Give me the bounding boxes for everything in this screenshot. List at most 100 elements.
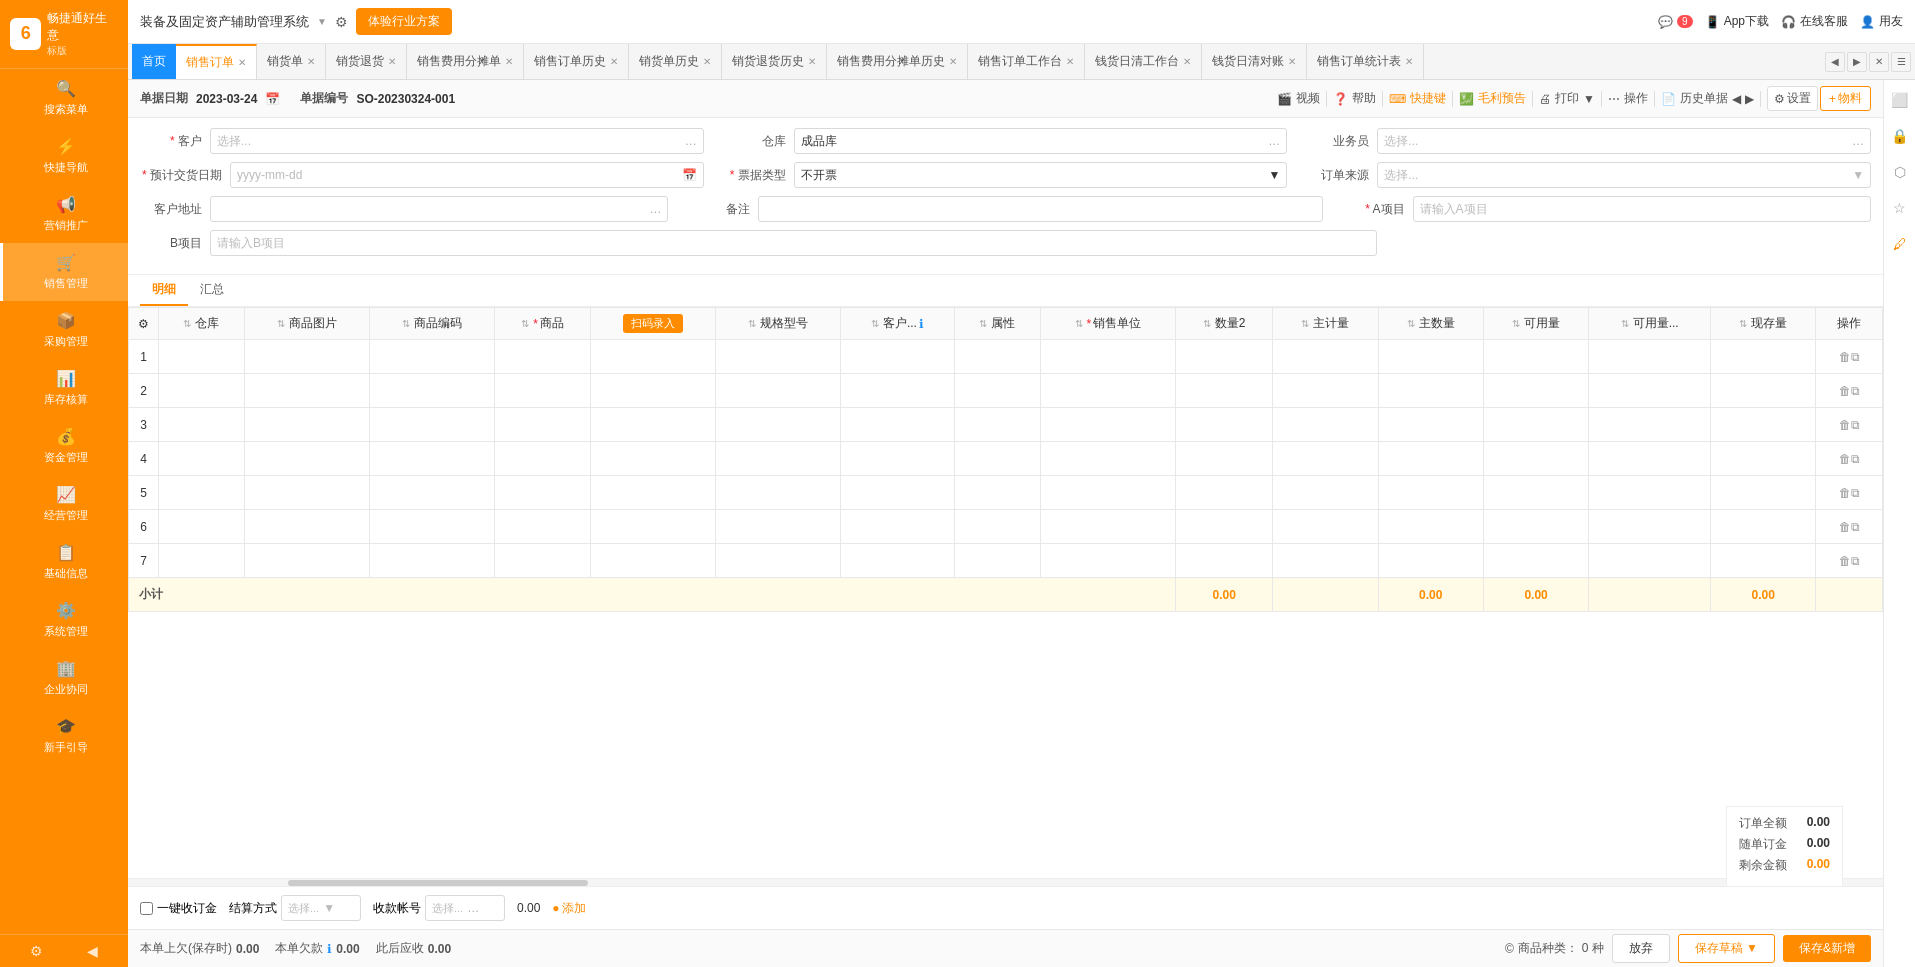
row-code[interactable] (369, 544, 494, 578)
delete-icon[interactable]: 🗑 (1839, 384, 1851, 398)
row-scan[interactable] (591, 408, 716, 442)
row-available2[interactable] (1589, 544, 1711, 578)
row-warehouse[interactable] (159, 408, 245, 442)
row-qty2[interactable] (1176, 544, 1273, 578)
row-product[interactable] (494, 340, 591, 374)
row-product[interactable] (494, 476, 591, 510)
row-code[interactable] (369, 510, 494, 544)
tab-close-icon[interactable]: ✕ (703, 56, 711, 67)
sidebar-item-search[interactable]: 🔍 搜索菜单 (0, 69, 128, 127)
row-available[interactable] (1483, 476, 1588, 510)
row-attr[interactable] (954, 544, 1040, 578)
row-action[interactable]: 🗑⧉ (1816, 442, 1883, 476)
row-available2[interactable] (1589, 510, 1711, 544)
delete-icon[interactable]: 🗑 (1839, 418, 1851, 432)
row-code[interactable] (369, 476, 494, 510)
row-scan[interactable] (591, 510, 716, 544)
row-qty2[interactable] (1176, 408, 1273, 442)
sidebar-item-inventory[interactable]: 📊 库存核算 (0, 359, 128, 417)
row-customer-code[interactable] (841, 408, 955, 442)
row-attr[interactable] (954, 442, 1040, 476)
delete-icon[interactable]: 🗑 (1839, 350, 1851, 364)
row-warehouse[interactable] (159, 510, 245, 544)
sidebar-item-system[interactable]: ⚙️ 系统管理 (0, 591, 128, 649)
tab-goods-history[interactable]: 销货单历史 ✕ (629, 44, 722, 80)
row-attr[interactable] (954, 510, 1040, 544)
collapse-icon[interactable]: ◀ (87, 943, 98, 959)
sort-icon[interactable]: ⇅ (1203, 318, 1211, 329)
copy-icon[interactable]: ⧉ (1851, 554, 1860, 568)
sort-icon[interactable]: ⇅ (1301, 318, 1309, 329)
sidebar-item-operation[interactable]: 📈 经营管理 (0, 475, 128, 533)
row-image[interactable] (244, 476, 369, 510)
topbar-gear-icon[interactable]: ⚙ (335, 14, 348, 30)
row-available[interactable] (1483, 374, 1588, 408)
row-current[interactable] (1710, 476, 1815, 510)
sidebar-item-sales[interactable]: 🛒 销售管理 (0, 243, 128, 301)
tab-return-history[interactable]: 销货退货历史 ✕ (722, 44, 827, 80)
table-wrapper[interactable]: ⚙ ⇅仓库 ⇅商品图片 ⇅商品编码 ⇅*商品 扫码录入 ⇅规格型号 ⇅客户...… (128, 307, 1883, 878)
row-main-unit[interactable] (1273, 374, 1378, 408)
warehouse-input[interactable]: 成品库 … (794, 128, 1288, 154)
row-main-unit[interactable] (1273, 510, 1378, 544)
tab-prev-btn[interactable]: ◀ (1825, 52, 1845, 72)
row-product[interactable] (494, 510, 591, 544)
row-main-qty[interactable] (1378, 408, 1483, 442)
customer-address-input[interactable]: … (210, 196, 668, 222)
row-available[interactable] (1483, 408, 1588, 442)
b-project-input[interactable] (210, 230, 1377, 256)
help-btn[interactable]: ❓ 帮助 (1333, 90, 1376, 107)
row-unit[interactable] (1040, 544, 1176, 578)
tab-order-history[interactable]: 销售订单历史 ✕ (524, 44, 629, 80)
row-unit[interactable] (1040, 340, 1176, 374)
copy-icon[interactable]: ⧉ (1851, 350, 1860, 364)
user-item[interactable]: 👤 用友 (1860, 13, 1903, 30)
row-spec[interactable] (716, 340, 841, 374)
row-available2[interactable] (1589, 476, 1711, 510)
row-scan[interactable] (591, 374, 716, 408)
sidebar-item-marketing[interactable]: 📢 营销推广 (0, 185, 128, 243)
row-customer-code[interactable] (841, 340, 955, 374)
row-code[interactable] (369, 408, 494, 442)
save-draft-btn[interactable]: 保存草稿 ▼ (1678, 934, 1775, 963)
customer-input[interactable]: 选择... … (210, 128, 704, 154)
customer-dots-icon[interactable]: … (685, 134, 697, 148)
sort-icon[interactable]: ⇅ (1407, 318, 1415, 329)
row-warehouse[interactable] (159, 374, 245, 408)
calendar2-icon[interactable]: 📅 (682, 168, 697, 182)
row-current[interactable] (1710, 340, 1815, 374)
row-unit[interactable] (1040, 476, 1176, 510)
table-scroll-thumb[interactable] (288, 880, 588, 886)
online-support-item[interactable]: 🎧 在线客服 (1781, 13, 1848, 30)
history-nav-left[interactable]: ◀ (1732, 92, 1741, 106)
tab-expense-history[interactable]: 销售费用分摊单历史 ✕ (827, 44, 968, 80)
sort-icon[interactable]: ⇅ (183, 318, 191, 329)
row-current[interactable] (1710, 510, 1815, 544)
sort-icon[interactable]: ⇅ (979, 318, 987, 329)
th-settings[interactable]: ⚙ (129, 308, 159, 340)
row-spec[interactable] (716, 408, 841, 442)
row-image[interactable] (244, 408, 369, 442)
sub-tab-detail[interactable]: 明细 (140, 275, 188, 306)
row-available2[interactable] (1589, 442, 1711, 476)
sort-icon[interactable]: ⇅ (1512, 318, 1520, 329)
delete-icon[interactable]: 🗑 (1839, 452, 1851, 466)
row-main-unit[interactable] (1273, 340, 1378, 374)
row-action[interactable]: 🗑⧉ (1816, 510, 1883, 544)
sort-icon[interactable]: ⇅ (277, 318, 285, 329)
sidebar-item-guide[interactable]: 🎓 新手引导 (0, 707, 128, 765)
row-customer-code[interactable] (841, 476, 955, 510)
row-attr[interactable] (954, 374, 1040, 408)
right-icon-4[interactable]: ☆ (1889, 196, 1910, 220)
row-image[interactable] (244, 442, 369, 476)
sidebar-item-quick[interactable]: ⚡ 快捷导航 (0, 127, 128, 185)
row-unit[interactable] (1040, 374, 1176, 408)
row-available[interactable] (1483, 544, 1588, 578)
row-main-unit[interactable] (1273, 476, 1378, 510)
row-available[interactable] (1483, 510, 1588, 544)
row-image[interactable] (244, 544, 369, 578)
scan-btn[interactable]: 扫码录入 (623, 314, 683, 333)
row-available2[interactable] (1589, 340, 1711, 374)
sidebar-item-finance[interactable]: 💰 资金管理 (0, 417, 128, 475)
row-current[interactable] (1710, 442, 1815, 476)
